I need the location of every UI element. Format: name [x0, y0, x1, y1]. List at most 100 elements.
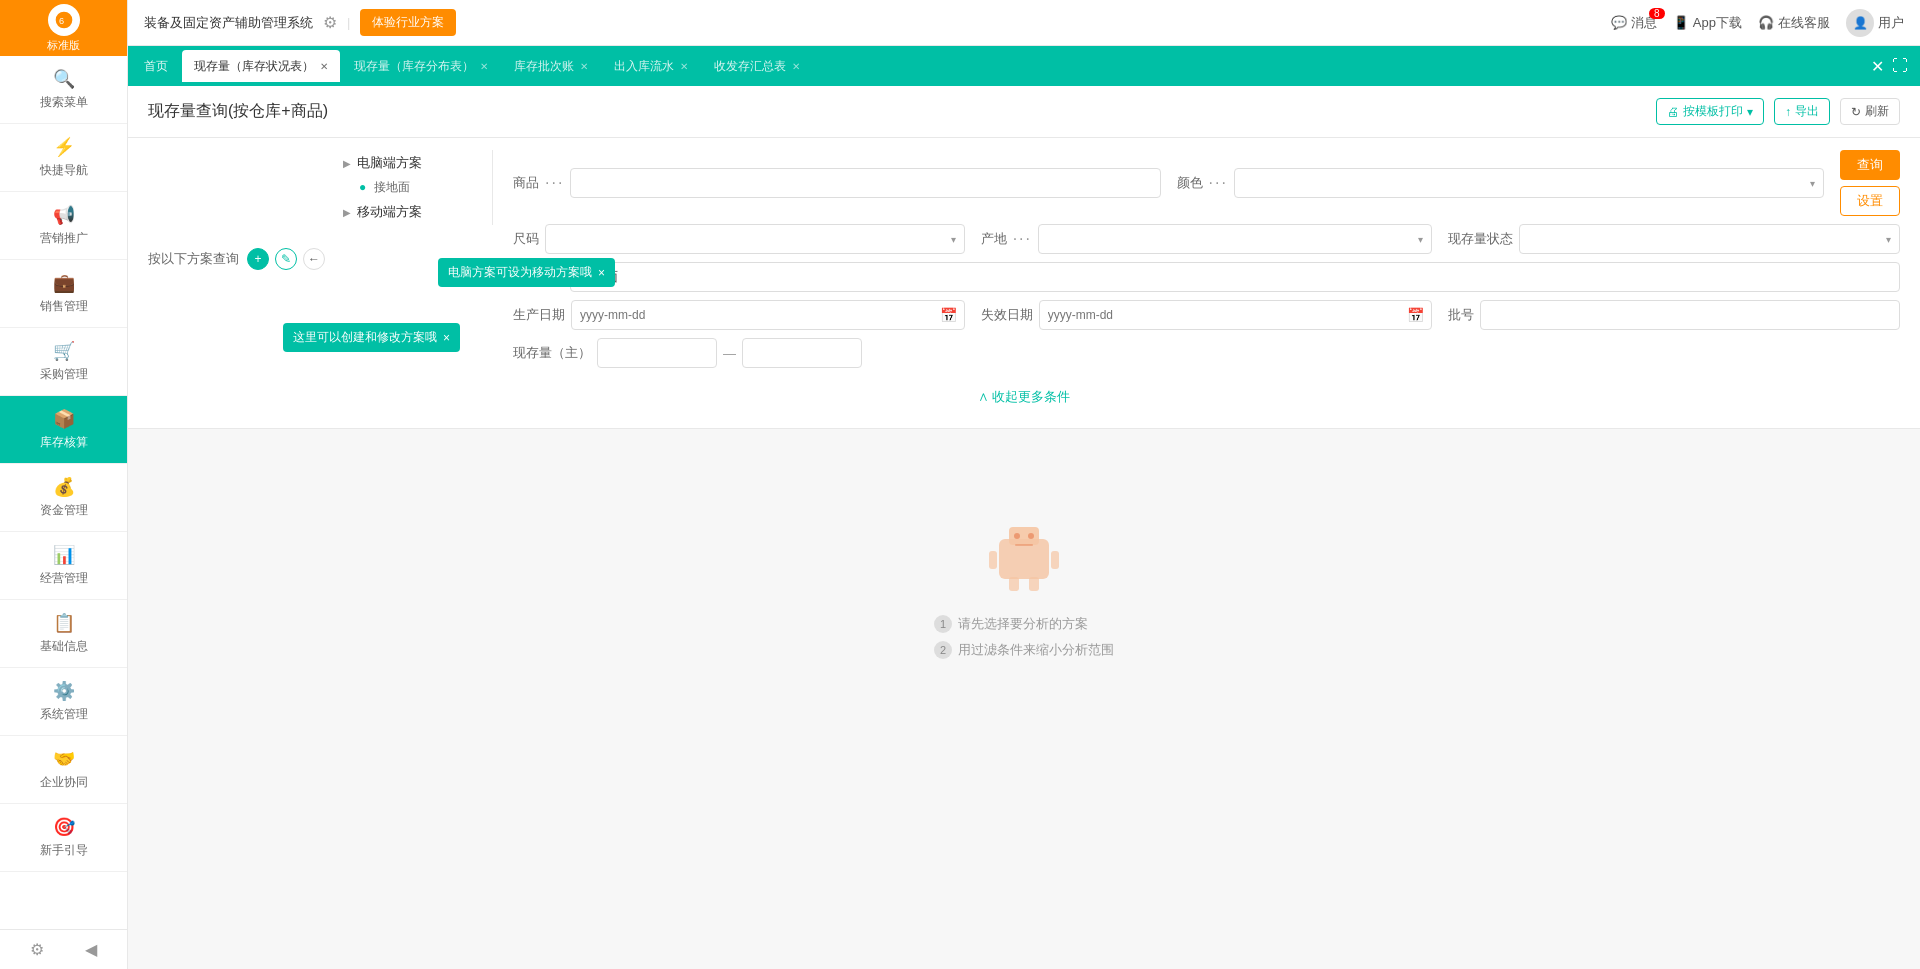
logo-text: 标准版	[47, 38, 80, 53]
add-scheme-btn[interactable]: +	[247, 248, 269, 270]
refresh-label: 刷新	[1865, 103, 1889, 120]
avatar: 👤	[1846, 9, 1874, 37]
tab-batch-label: 库存批次账	[514, 58, 574, 75]
arrow-left-btn[interactable]: ←	[303, 248, 325, 270]
collapse-footer-btn[interactable]: ◀	[85, 940, 97, 959]
goods-more-btn[interactable]: ···	[545, 174, 564, 192]
sidebar-logo: 6 标准版	[0, 0, 127, 56]
tab-inout[interactable]: 出入库流水 ✕	[602, 50, 700, 82]
scheme-desktop-item[interactable]: ● 接地面	[359, 176, 480, 199]
gear-icon[interactable]: ⚙	[323, 13, 337, 32]
sidebar-item-label: 资金管理	[40, 502, 88, 519]
batch-input[interactable]	[1480, 300, 1900, 330]
goods-select-area[interactable]	[570, 168, 1160, 198]
size-select[interactable]: ▾	[545, 224, 965, 254]
empty-tip-1: 1 请先选择要分析的方案	[934, 615, 1114, 633]
tab-stock-dist[interactable]: 现存量（库存分布表） ✕	[342, 50, 500, 82]
sidebar-item-marketing[interactable]: 📢 营销推广	[0, 192, 127, 260]
field-label-color: 颜色	[1177, 174, 1203, 192]
sidebar-item-label: 搜索菜单	[40, 94, 88, 111]
tab-inout-close[interactable]: ✕	[680, 61, 688, 72]
collapse-more-btn[interactable]: ∧ 收起更多条件	[148, 378, 1900, 416]
scheme-desktop[interactable]: ▶ 电脑端方案	[343, 150, 480, 176]
sidebar-item-system[interactable]: ⚙️ 系统管理	[0, 668, 127, 736]
tab-stock-dist-close[interactable]: ✕	[480, 61, 488, 72]
scheme-mobile-label: 移动端方案	[357, 203, 422, 221]
app-icon: 📱	[1673, 15, 1689, 30]
tab-close-all-icon[interactable]: ✕	[1871, 57, 1884, 76]
filter-row-1: 商品 ··· 颜色 ··· ▾	[513, 150, 1900, 216]
empty-illustration	[979, 509, 1069, 599]
tooltip-2-close[interactable]: ×	[443, 331, 450, 345]
app-download-link[interactable]: 📱 App下载	[1673, 14, 1742, 32]
search-btn[interactable]: 查询	[1840, 150, 1900, 180]
sidebar-item-label: 基础信息	[40, 638, 88, 655]
sidebar-item-label: 快捷导航	[40, 162, 88, 179]
stock-status-chevron: ▾	[1886, 234, 1891, 245]
sidebar-item-guide[interactable]: 🎯 新手引导	[0, 804, 127, 872]
prod-date-input[interactable]	[571, 300, 965, 330]
stock-status-select[interactable]: ▾	[1519, 224, 1900, 254]
settings-footer-btn[interactable]: ⚙	[30, 940, 44, 959]
stock-main-to-input[interactable]	[742, 338, 862, 368]
tab-stock-status[interactable]: 现存量（库存状况表） ✕	[182, 50, 340, 82]
trial-btn[interactable]: 体验行业方案	[360, 9, 456, 36]
online-service-link[interactable]: 🎧 在线客服	[1758, 14, 1830, 32]
origin-select[interactable]: ▾	[1038, 224, 1432, 254]
svg-rect-8	[1051, 551, 1059, 569]
template-print-btn[interactable]: 🖨 按模板打印 ▾	[1656, 98, 1764, 125]
chevron-down-icon: ▾	[1747, 105, 1753, 119]
sidebar-item-finance[interactable]: 💰 资金管理	[0, 464, 127, 532]
stock-main-from-input[interactable]	[597, 338, 717, 368]
tab-home[interactable]: 首页	[132, 50, 180, 82]
warehouse-select[interactable]: 接地面	[570, 262, 1900, 292]
tab-batch[interactable]: 库存批次账 ✕	[502, 50, 600, 82]
exp-date-input[interactable]	[1039, 300, 1433, 330]
user-info[interactable]: 👤 用户	[1846, 9, 1904, 37]
headset-icon: 🎧	[1758, 15, 1774, 30]
color-select-area[interactable]: ▾	[1234, 168, 1824, 198]
tip-1-text: 请先选择要分析的方案	[958, 615, 1088, 633]
tip-2-text: 用过滤条件来缩小分析范围	[958, 641, 1114, 659]
refresh-btn[interactable]: ↻ 刷新	[1840, 98, 1900, 125]
purchase-icon: 🛒	[53, 340, 75, 362]
main-area: 装备及固定资产辅助管理系统 ⚙ | 体验行业方案 💬 8 消息 📱 App下载 …	[128, 0, 1920, 969]
filter-label: 按以下方案查询	[148, 250, 239, 268]
size-chevron: ▾	[951, 234, 956, 245]
edit-scheme-btn[interactable]: ✎	[275, 248, 297, 270]
sidebar-item-purchase[interactable]: 🛒 采购管理	[0, 328, 127, 396]
sidebar-item-label: 营销推广	[40, 230, 88, 247]
tab-batch-close[interactable]: ✕	[580, 61, 588, 72]
sidebar-item-search[interactable]: 🔍 搜索菜单	[0, 56, 127, 124]
sidebar-item-stock[interactable]: 📦 库存核算	[0, 396, 127, 464]
app-label: App下载	[1693, 14, 1742, 32]
tab-collect-close[interactable]: ✕	[792, 61, 800, 72]
export-icon: ↑	[1785, 105, 1791, 119]
tooltip-text-2: 这里可以创建和修改方案哦	[293, 329, 437, 346]
basic-icon: 📋	[53, 612, 75, 634]
tooltip-1-close[interactable]: ×	[598, 266, 605, 280]
sidebar-item-sales[interactable]: 💼 销售管理	[0, 260, 127, 328]
exp-date-calendar-icon[interactable]: 📅	[1407, 307, 1424, 323]
scheme-mobile[interactable]: ▶ 移动端方案	[343, 199, 480, 225]
operation-icon: 📊	[53, 544, 75, 566]
collapse-icon: ∧	[978, 389, 989, 404]
reset-btn[interactable]: 设置	[1840, 186, 1900, 216]
origin-more-btn[interactable]: ···	[1013, 230, 1032, 248]
svg-rect-9	[1009, 577, 1019, 591]
filter-row-2: 尺码 ▾ 产地 ··· ▾	[513, 224, 1900, 254]
prod-date-calendar-icon[interactable]: 📅	[940, 307, 957, 323]
tab-stock-status-close[interactable]: ✕	[320, 61, 328, 72]
tab-maximize-icon[interactable]: ⛶	[1892, 57, 1908, 76]
export-btn[interactable]: ↑ 导出	[1774, 98, 1830, 125]
svg-rect-3	[1009, 527, 1039, 545]
tab-collect[interactable]: 收发存汇总表 ✕	[702, 50, 812, 82]
sidebar-item-enterprise[interactable]: 🤝 企业协同	[0, 736, 127, 804]
message-icon: 💬	[1611, 15, 1627, 30]
export-label: 导出	[1795, 103, 1819, 120]
color-more-btn[interactable]: ···	[1209, 174, 1228, 192]
sidebar-item-basic[interactable]: 📋 基础信息	[0, 600, 127, 668]
sidebar-item-operation[interactable]: 📊 经营管理	[0, 532, 127, 600]
message-link[interactable]: 💬 8 消息	[1611, 14, 1657, 32]
sidebar-item-quick[interactable]: ⚡ 快捷导航	[0, 124, 127, 192]
